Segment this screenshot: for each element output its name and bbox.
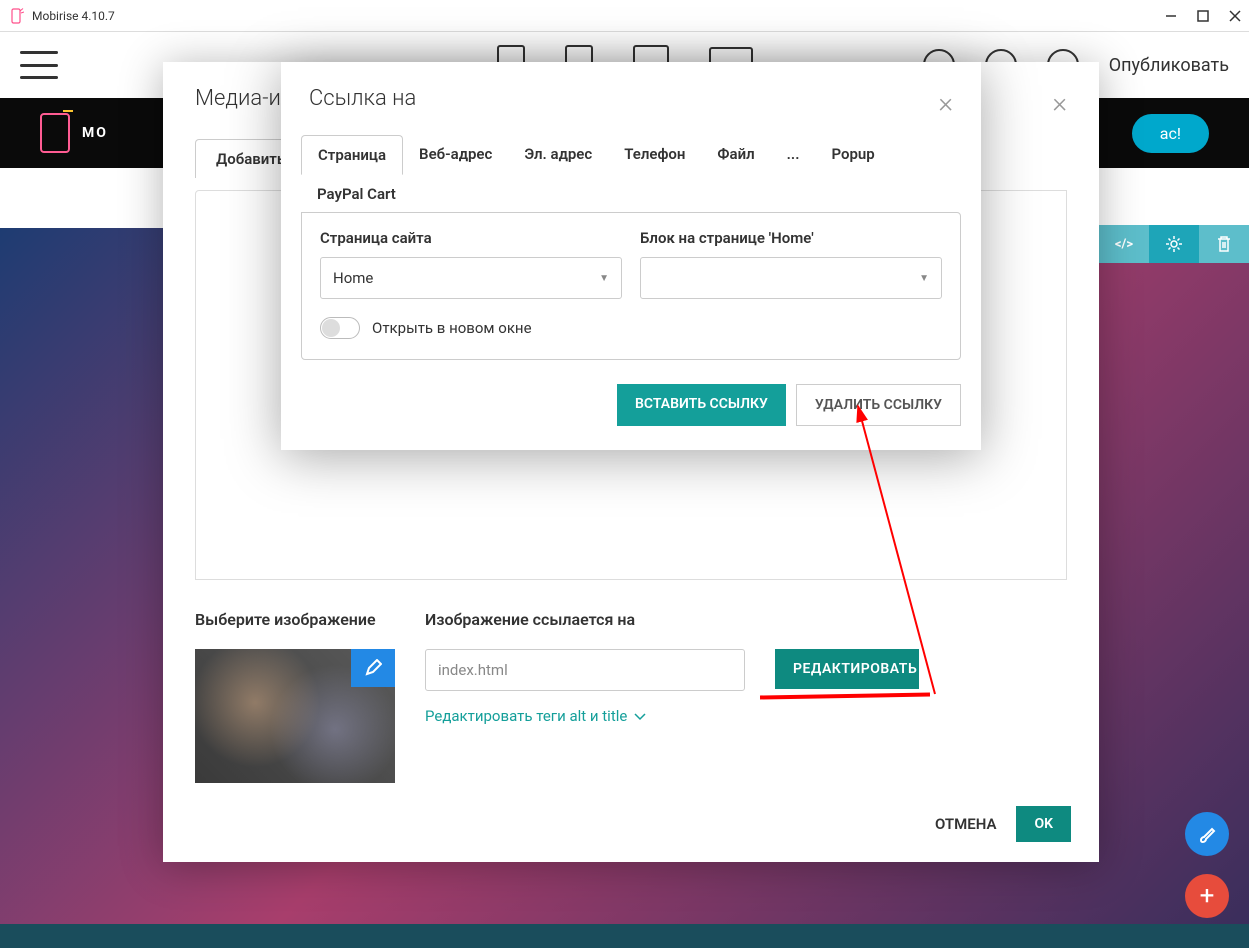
site-page-select[interactable]: Home ▼ bbox=[320, 257, 622, 299]
menu-button[interactable] bbox=[20, 51, 58, 79]
link-dialog-close-icon[interactable]: × bbox=[938, 86, 953, 119]
block-on-page-select[interactable]: ▼ bbox=[640, 257, 942, 299]
window-title: Mobirise 4.10.7 bbox=[32, 9, 1165, 23]
trash-icon[interactable] bbox=[1199, 225, 1249, 263]
image-links-to-label: Изображение ссылается на bbox=[425, 610, 1067, 629]
media-cancel-button[interactable]: ОТМЕНА bbox=[935, 815, 997, 833]
media-ok-button[interactable]: OK bbox=[1016, 806, 1071, 842]
tab-email[interactable]: Эл. адрес bbox=[508, 135, 608, 175]
edit-image-icon[interactable] bbox=[351, 649, 395, 687]
brand-logo: MO bbox=[40, 113, 108, 153]
tab-phone[interactable]: Телефон bbox=[608, 135, 701, 175]
canvas-footer-band bbox=[0, 924, 1249, 948]
open-new-window-toggle[interactable] bbox=[320, 317, 360, 339]
link-dialog: Ссылка на × Страница Веб-адрес Эл. адрес… bbox=[281, 62, 981, 450]
app-icon bbox=[8, 8, 24, 24]
link-url-input[interactable] bbox=[425, 649, 745, 691]
insert-link-button[interactable]: ВСТАВИТЬ ССЫЛКУ bbox=[617, 384, 786, 426]
edit-alt-title-link[interactable]: Редактировать теги alt и title bbox=[425, 707, 745, 725]
brand-text: MO bbox=[82, 125, 108, 141]
image-thumbnail[interactable] bbox=[195, 649, 395, 783]
tab-paypal-cart[interactable]: PayPal Cart bbox=[301, 175, 412, 213]
close-button[interactable] bbox=[1229, 10, 1241, 22]
tab-file[interactable]: Файл bbox=[701, 135, 770, 175]
tab-popup[interactable]: Popup bbox=[815, 135, 890, 175]
minimize-button[interactable] bbox=[1165, 10, 1177, 22]
floating-actions: + bbox=[1185, 812, 1229, 918]
link-dialog-title: Ссылка на bbox=[309, 86, 416, 119]
code-icon[interactable]: </> bbox=[1099, 225, 1149, 263]
chevron-down-icon: ▼ bbox=[599, 273, 609, 284]
window-controls bbox=[1165, 10, 1241, 22]
tab-web-address[interactable]: Веб-адрес bbox=[403, 135, 508, 175]
site-page-label: Страница сайта bbox=[320, 229, 622, 247]
tab-page[interactable]: Страница bbox=[301, 135, 403, 175]
select-image-label: Выберите изображение bbox=[195, 610, 395, 629]
tab-more[interactable]: ... bbox=[771, 135, 816, 175]
brand-icon bbox=[40, 113, 70, 153]
gear-icon[interactable] bbox=[1149, 225, 1199, 263]
window-titlebar: Mobirise 4.10.7 bbox=[0, 0, 1249, 32]
add-block-fab[interactable]: + bbox=[1185, 874, 1229, 918]
media-dialog-close-icon[interactable]: × bbox=[1052, 86, 1067, 119]
remove-link-button[interactable]: УДАЛИТЬ ССЫЛКУ bbox=[796, 384, 961, 426]
edit-link-button[interactable]: РЕДАКТИРОВАТЬ С bbox=[775, 649, 919, 689]
maximize-button[interactable] bbox=[1197, 10, 1209, 22]
open-new-window-label: Открыть в новом окне bbox=[372, 319, 532, 337]
brush-fab[interactable] bbox=[1185, 812, 1229, 856]
block-on-page-label: Блок на странице 'Home' bbox=[640, 229, 942, 247]
chevron-down-icon: ▼ bbox=[919, 273, 929, 284]
try-now-button[interactable]: ас! bbox=[1132, 114, 1209, 153]
publish-button[interactable]: Опубликовать bbox=[1109, 55, 1229, 76]
site-page-value: Home bbox=[333, 269, 373, 287]
